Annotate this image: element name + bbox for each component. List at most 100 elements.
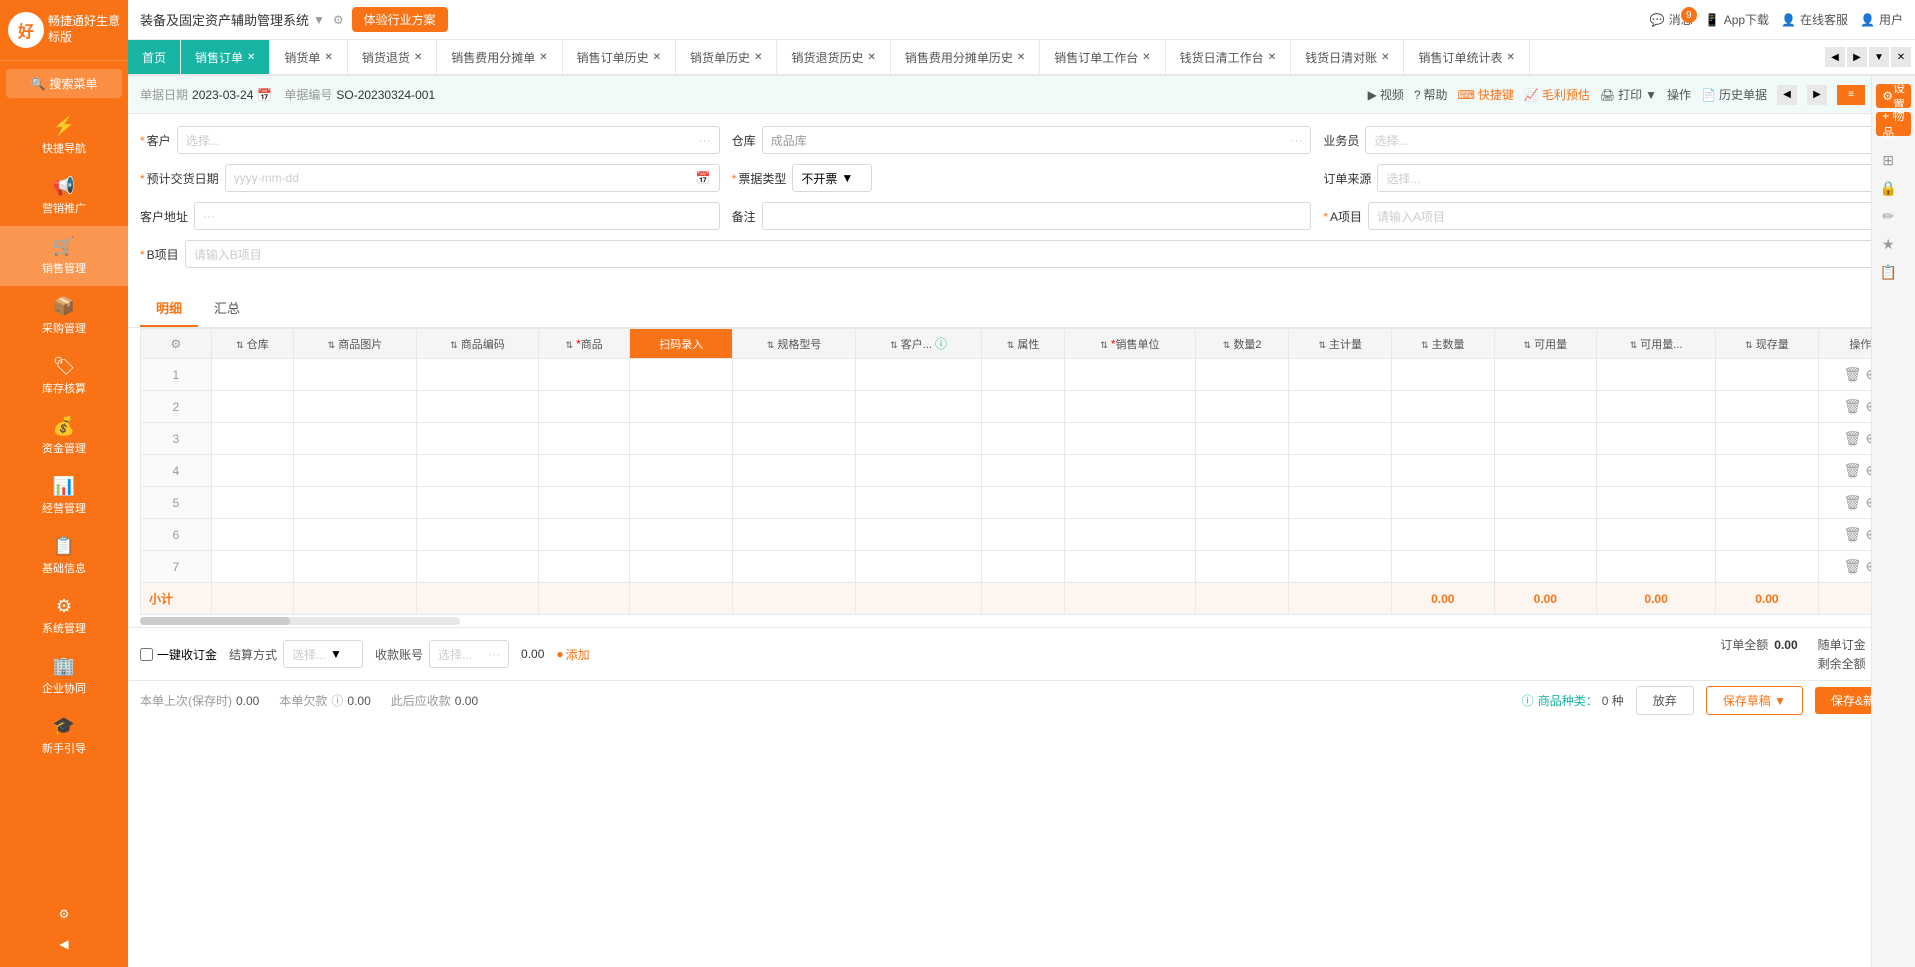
table-cell[interactable] [416, 487, 538, 519]
profit-estimate-button[interactable]: 📈 毛利预估 [1524, 86, 1590, 103]
delete-row-icon[interactable]: 🗑 [1844, 430, 1862, 447]
table-cell[interactable] [1392, 519, 1495, 551]
sidebar-item-marketing[interactable]: 📢 营销推广 [0, 166, 128, 226]
system-title-dropdown[interactable]: 装备及固定资产辅助管理系统 ▼ [140, 10, 325, 29]
order-source-input[interactable]: 选择... ▼ [1377, 164, 1903, 192]
table-cell[interactable] [982, 487, 1065, 519]
table-cell[interactable] [1494, 519, 1597, 551]
section-tab-summary[interactable]: 汇总 [198, 290, 256, 327]
tab-menu-button[interactable]: ▼ [1869, 47, 1889, 67]
view-video-button[interactable]: ▶ 视频 [1368, 86, 1404, 103]
table-cell[interactable] [1064, 423, 1195, 455]
tab-close-sales-expense[interactable]: ✕ [539, 52, 547, 63]
note-input[interactable] [762, 202, 1312, 230]
tab-sales-order[interactable]: 销售订单 ✕ [181, 40, 270, 74]
sidebar-item-enterprise[interactable]: 🏢 企业协同 [0, 646, 128, 706]
table-cell[interactable] [855, 455, 981, 487]
table-cell[interactable] [1494, 359, 1597, 391]
delete-row-icon[interactable]: 🗑 [1844, 398, 1862, 415]
table-cell[interactable] [416, 359, 538, 391]
table-cell[interactable] [1716, 519, 1819, 551]
tab-close-sales-order-history[interactable]: ✕ [653, 52, 661, 63]
app-download-button[interactable]: 📱 App下载 [1705, 11, 1769, 28]
shortcut-button[interactable]: ⌨ 快捷键 [1458, 86, 1514, 103]
print-button[interactable]: 🖨 打印 ▼ [1600, 86, 1657, 103]
table-cell[interactable] [1716, 423, 1819, 455]
table-cell[interactable] [982, 423, 1065, 455]
right-sidebar-icon2[interactable]: 🔒 [1876, 176, 1900, 200]
warehouse-ellipsis[interactable]: ··· [1290, 133, 1302, 147]
message-button[interactable]: 💬 9 消息 [1650, 11, 1693, 28]
account-ellipsis[interactable]: ··· [488, 647, 500, 661]
table-cell[interactable] [982, 391, 1065, 423]
table-cell[interactable] [416, 455, 538, 487]
col-gear[interactable]: ⚙ [141, 329, 212, 359]
tab-sales-return-history[interactable]: 销货退货历史 ✕ [777, 40, 890, 74]
delivery-date-input[interactable]: yyyy-mm-dd 📅 [225, 164, 720, 192]
save-draft-button[interactable]: 保存草稿 ▼ [1706, 686, 1803, 715]
table-cell[interactable] [630, 551, 733, 583]
scrollbar-thumb[interactable] [140, 617, 290, 625]
user-button[interactable]: 👤 用户 [1860, 11, 1903, 28]
tab-sales-invoice[interactable]: 销货单 ✕ [270, 40, 347, 74]
tab-close-sales-return-history[interactable]: ✕ [867, 52, 875, 63]
table-cell[interactable] [1064, 391, 1195, 423]
table-cell[interactable] [416, 391, 538, 423]
table-cell[interactable] [630, 519, 733, 551]
tab-sales-return[interactable]: 销货退货 ✕ [348, 40, 437, 74]
table-cell[interactable] [855, 487, 981, 519]
table-cell[interactable] [1716, 455, 1819, 487]
customer-ellipsis[interactable]: ··· [699, 133, 711, 147]
table-cell[interactable] [1195, 391, 1289, 423]
table-cell[interactable] [855, 519, 981, 551]
tab-sales-order-history[interactable]: 销售订单历史 ✕ [563, 40, 676, 74]
table-cell[interactable] [1392, 391, 1495, 423]
help-button[interactable]: ? 帮助 [1414, 86, 1448, 103]
section-tab-detail[interactable]: 明细 [140, 290, 198, 327]
table-cell[interactable] [1494, 455, 1597, 487]
table-cell[interactable] [1597, 519, 1716, 551]
horizontal-scrollbar[interactable] [128, 615, 1915, 627]
table-cell[interactable] [539, 455, 630, 487]
table-cell[interactable] [294, 487, 416, 519]
tab-close-daily-workbench[interactable]: ✕ [1268, 52, 1276, 63]
table-cell[interactable] [855, 551, 981, 583]
right-settings-button[interactable]: ⚙ 设置 [1876, 84, 1911, 108]
table-cell[interactable] [1716, 391, 1819, 423]
right-sidebar-icon1[interactable]: ⊞ [1876, 148, 1900, 172]
table-cell[interactable] [416, 423, 538, 455]
online-service-button[interactable]: 👤 在线客服 [1781, 11, 1848, 28]
tab-close-all-button[interactable]: ✕ [1891, 47, 1911, 67]
one-click-checkbox-input[interactable] [140, 648, 153, 661]
sidebar-item-sales[interactable]: 🛒 销售管理 [0, 226, 128, 286]
tab-close-sales-invoice-history[interactable]: ✕ [754, 52, 762, 63]
table-cell[interactable] [855, 359, 981, 391]
table-cell[interactable] [733, 455, 855, 487]
form-toolbar-next[interactable]: ▶ [1807, 85, 1827, 105]
tab-daily-reconcile[interactable]: 钱货日清对账 ✕ [1291, 40, 1404, 74]
table-cell[interactable] [630, 487, 733, 519]
right-sidebar-icon3[interactable]: ✏ [1876, 204, 1900, 228]
table-cell[interactable] [1195, 551, 1289, 583]
table-cell[interactable] [982, 359, 1065, 391]
delete-row-icon[interactable]: 🗑 [1844, 366, 1862, 383]
table-cell[interactable] [294, 391, 416, 423]
table-cell[interactable] [211, 391, 294, 423]
sidebar-item-inventory[interactable]: 🏷 库存核算 [0, 346, 128, 406]
table-cell[interactable] [855, 391, 981, 423]
tab-sales-report[interactable]: 销售订单统计表 ✕ [1404, 40, 1529, 74]
table-cell[interactable] [733, 391, 855, 423]
tab-prev-button[interactable]: ◀ [1825, 47, 1845, 67]
sidebar-settings-button[interactable]: ⚙ [0, 899, 128, 929]
table-cell[interactable] [1064, 359, 1195, 391]
table-cell[interactable] [1392, 359, 1495, 391]
table-cell[interactable] [1494, 391, 1597, 423]
tab-close-sales-invoice[interactable]: ✕ [324, 52, 332, 63]
delete-row-icon[interactable]: 🗑 [1844, 526, 1862, 543]
tab-close-sales-report[interactable]: ✕ [1507, 52, 1515, 63]
account-input[interactable]: 选择... ··· [429, 640, 509, 668]
table-cell[interactable] [630, 423, 733, 455]
table-cell[interactable] [294, 455, 416, 487]
table-cell[interactable] [294, 519, 416, 551]
table-cell[interactable] [211, 423, 294, 455]
